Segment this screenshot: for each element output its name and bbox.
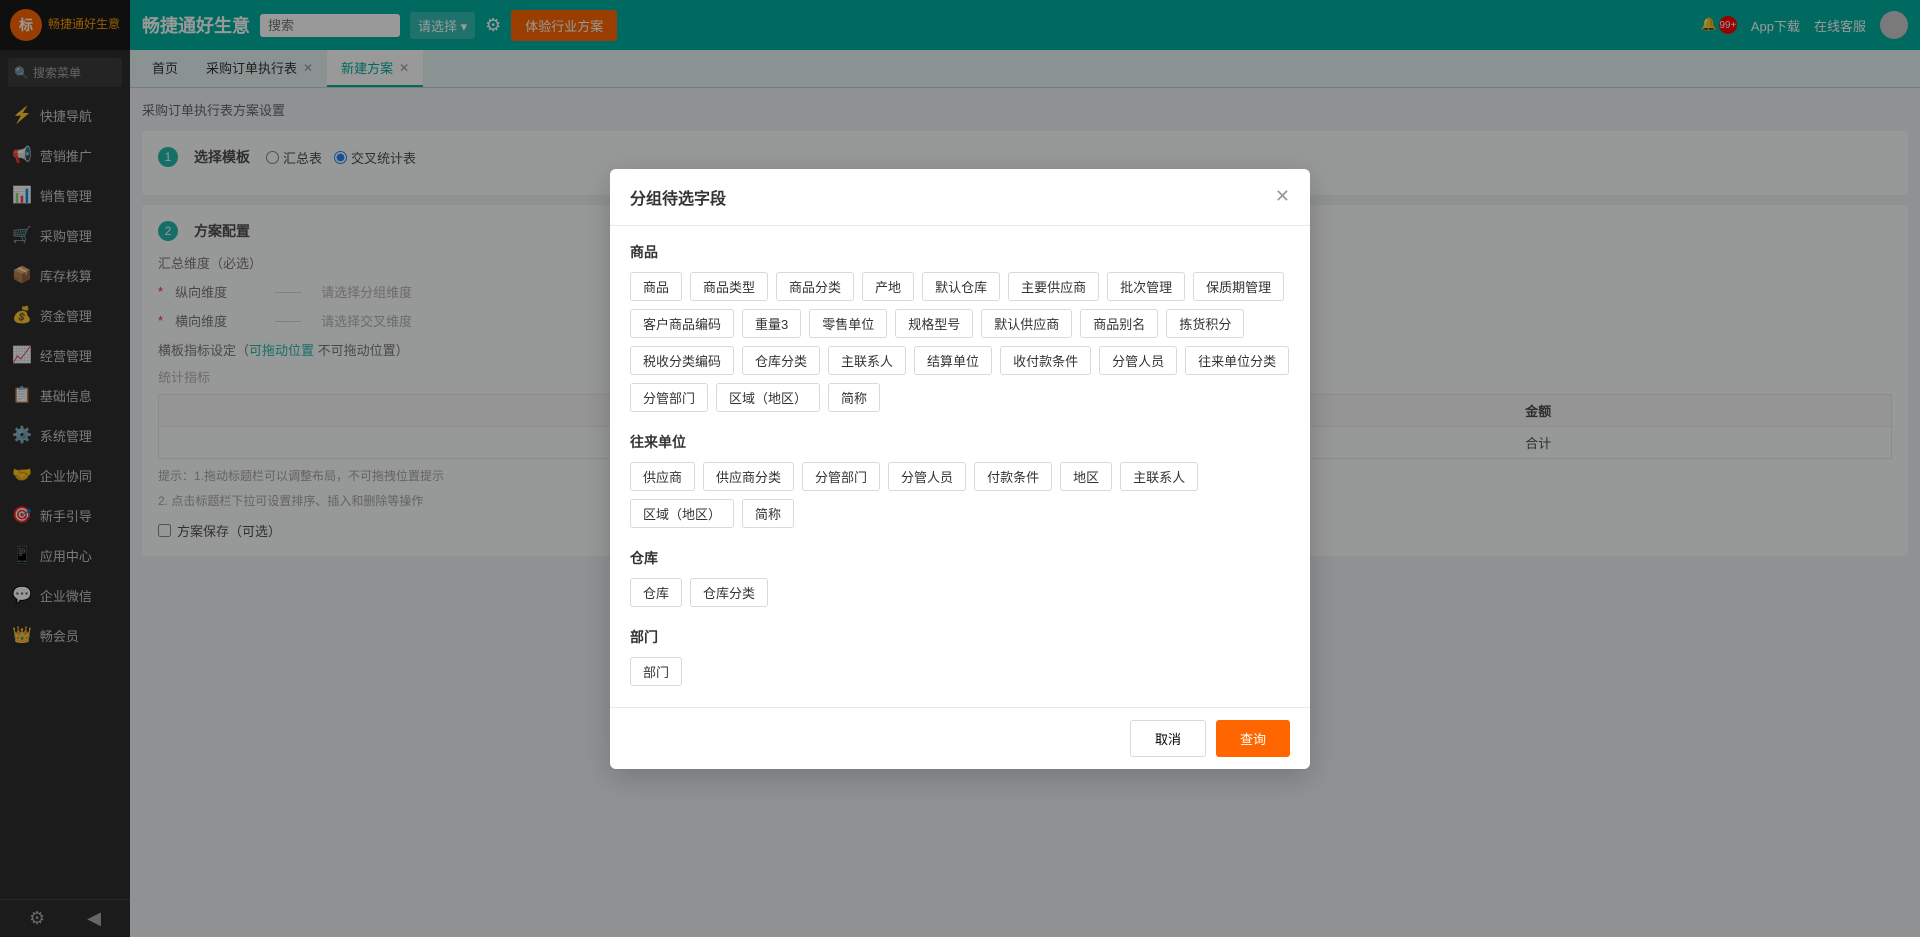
- field-tag[interactable]: 客户商品编码: [630, 309, 734, 338]
- field-tags-warehouse: 仓库仓库分类: [630, 578, 1290, 607]
- modal-close-button[interactable]: ✕: [1275, 186, 1290, 207]
- field-tag[interactable]: 区域（地区）: [716, 383, 820, 412]
- field-group-department: 部门部门: [630, 627, 1290, 686]
- field-group-goods: 商品商品商品类型商品分类产地默认仓库主要供应商批次管理保质期管理客户商品编码重量…: [630, 242, 1290, 412]
- field-tag[interactable]: 商品类型: [690, 272, 768, 301]
- field-tag[interactable]: 零售单位: [809, 309, 887, 338]
- field-tag[interactable]: 批次管理: [1107, 272, 1185, 301]
- field-group-title-partner: 往来单位: [630, 432, 1290, 452]
- confirm-button[interactable]: 查询: [1216, 720, 1290, 757]
- field-tag[interactable]: 商品分类: [776, 272, 854, 301]
- field-group-partner: 往来单位供应商供应商分类分管部门分管人员付款条件地区主联系人区域（地区） 简称: [630, 432, 1290, 528]
- field-tags-partner: 供应商供应商分类分管部门分管人员付款条件地区主联系人区域（地区） 简称: [630, 462, 1290, 528]
- field-tag[interactable]: 往来单位分类: [1185, 346, 1289, 375]
- field-tags-goods: 商品商品类型商品分类产地默认仓库主要供应商批次管理保质期管理客户商品编码重量3 零…: [630, 272, 1290, 412]
- field-tag[interactable]: 仓库分类: [742, 346, 820, 375]
- modal-body: 商品商品商品类型商品分类产地默认仓库主要供应商批次管理保质期管理客户商品编码重量…: [610, 226, 1310, 699]
- field-tag[interactable]: 主要供应商: [1008, 272, 1099, 301]
- field-tag[interactable]: 地区: [1060, 462, 1112, 491]
- field-tag[interactable]: 部门: [630, 657, 682, 686]
- field-tags-department: 部门: [630, 657, 1290, 686]
- modal-footer: 取消 查询: [610, 707, 1310, 769]
- field-tag[interactable]: 分管部门: [802, 462, 880, 491]
- field-tag[interactable]: 默认仓库: [922, 272, 1000, 301]
- field-group-warehouse: 仓库仓库仓库分类: [630, 548, 1290, 607]
- modal-hscroll[interactable]: [610, 698, 1310, 707]
- field-tag[interactable]: 商品别名: [1080, 309, 1158, 338]
- field-tag[interactable]: 结算单位: [914, 346, 992, 375]
- field-tag[interactable]: 收付款条件: [1000, 346, 1091, 375]
- cancel-button[interactable]: 取消: [1130, 720, 1206, 757]
- modal-overlay: 分组待选字段 ✕ 商品商品商品类型商品分类产地默认仓库主要供应商批次管理保质期管…: [0, 0, 1920, 937]
- field-group-title-warehouse: 仓库: [630, 548, 1290, 568]
- field-tag[interactable]: 重量3: [742, 309, 801, 338]
- field-tag[interactable]: 简称: [828, 383, 880, 412]
- field-tag[interactable]: 供应商分类: [703, 462, 794, 491]
- field-tag[interactable]: 商品: [630, 272, 682, 301]
- field-tag[interactable]: 税收分类编码: [630, 346, 734, 375]
- field-tag[interactable]: 规格型号: [895, 309, 973, 338]
- field-tag[interactable]: 仓库: [630, 578, 682, 607]
- field-tag[interactable]: 默认供应商: [981, 309, 1072, 338]
- field-tag[interactable]: 主联系人: [828, 346, 906, 375]
- field-group-title-goods: 商品: [630, 242, 1290, 262]
- field-tag[interactable]: 供应商: [630, 462, 695, 491]
- field-tag[interactable]: 主联系人: [1120, 462, 1198, 491]
- field-tag[interactable]: 区域（地区）: [630, 499, 734, 528]
- modal-header: 分组待选字段 ✕: [610, 169, 1310, 226]
- field-group-title-department: 部门: [630, 627, 1290, 647]
- field-tag[interactable]: 分管部门: [630, 383, 708, 412]
- field-tag[interactable]: 保质期管理: [1193, 272, 1284, 301]
- modal-title: 分组待选字段: [630, 185, 726, 209]
- field-tag[interactable]: 仓库分类: [690, 578, 768, 607]
- field-tag[interactable]: 产地: [862, 272, 914, 301]
- field-selector-modal: 分组待选字段 ✕ 商品商品商品类型商品分类产地默认仓库主要供应商批次管理保质期管…: [610, 169, 1310, 769]
- field-tag[interactable]: 简称: [742, 499, 794, 528]
- field-tag[interactable]: 拣货积分: [1166, 309, 1244, 338]
- field-tag[interactable]: 分管人员: [888, 462, 966, 491]
- field-tag[interactable]: 付款条件: [974, 462, 1052, 491]
- field-tag[interactable]: 分管人员: [1099, 346, 1177, 375]
